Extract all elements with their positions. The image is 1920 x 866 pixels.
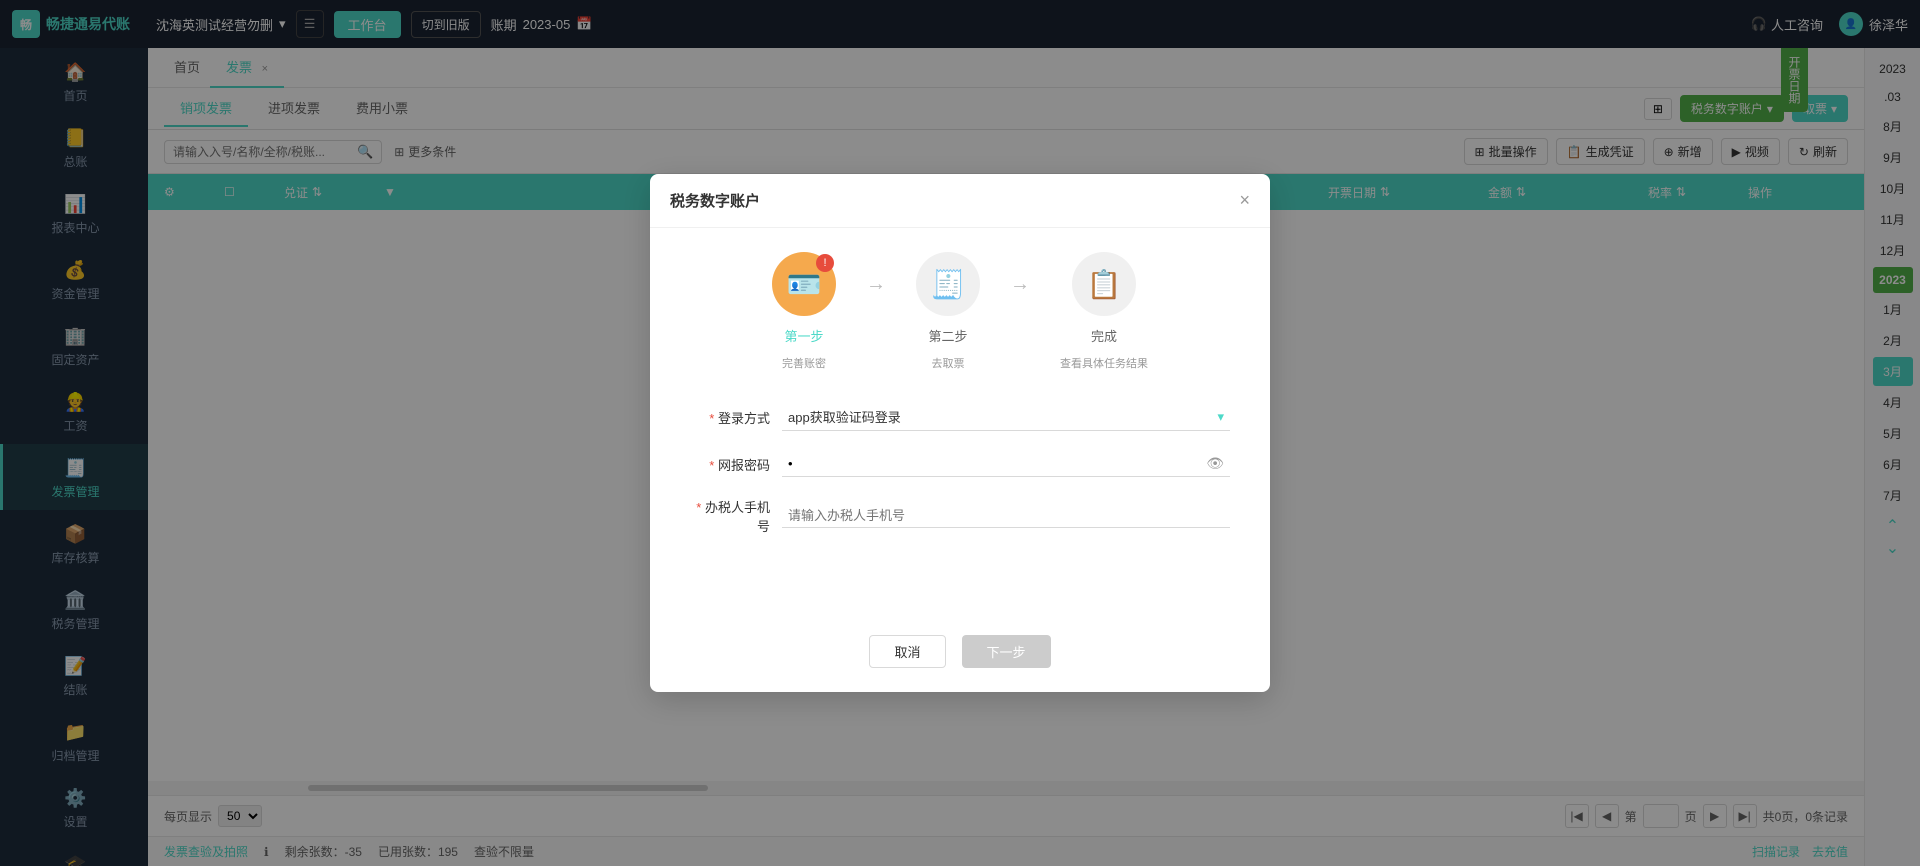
cancel-button[interactable]: 取消 — [869, 635, 945, 668]
password-toggle-icon[interactable]: 👁 — [1200, 451, 1230, 476]
dialog-footer: 取消 下一步 — [650, 619, 1270, 692]
dialog-body: 🪪 ! 第一步 完善账密 → 🧾 第二步 去取票 → — [650, 228, 1270, 619]
taxpayer-phone-input[interactable] — [782, 504, 1230, 528]
steps-indicator: 🪪 ! 第一步 完善账密 → 🧾 第二步 去取票 → — [690, 252, 1230, 371]
step-3: 📋 完成 查看具体任务结果 — [1060, 252, 1148, 371]
form-spacer — [690, 555, 1230, 603]
step-2: 🧾 第二步 去取票 — [916, 252, 980, 371]
step-1-icon: 🪪 ! — [772, 252, 836, 316]
step-3-icon: 📋 — [1072, 252, 1136, 316]
step-2-label: 第二步 — [928, 326, 967, 345]
taxpayer-phone-label: * 办税人手机号 — [690, 497, 770, 535]
password-field-container: 👁 — [782, 451, 1230, 477]
document-icon: 🧾 — [931, 268, 966, 301]
required-star: * — [709, 458, 714, 473]
step-1-desc: 完善账密 — [782, 355, 826, 371]
net-password-input[interactable] — [782, 452, 1200, 475]
step-1-badge: ! — [816, 254, 834, 272]
step-1: 🪪 ! 第一步 完善账密 — [772, 252, 836, 371]
login-method-row: * 登录方式 app获取验证码登录 ▾ — [690, 403, 1230, 431]
dialog-close-button[interactable]: × — [1239, 190, 1250, 211]
modal-overlay: 税务数字账户 × 🪪 ! 第一步 完善账密 → — [0, 0, 1920, 866]
clipboard-icon: 📋 — [1087, 268, 1122, 301]
required-star: * — [696, 500, 701, 515]
step-3-desc: 查看具体任务结果 — [1060, 355, 1148, 371]
taxpayer-phone-row: * 办税人手机号 — [690, 497, 1230, 535]
step-3-label: 完成 — [1091, 326, 1117, 345]
dialog-title: 税务数字账户 — [670, 190, 760, 211]
login-method-value: app获取验证码登录 — [788, 407, 901, 426]
net-password-row: * 网报密码 👁 — [690, 451, 1230, 477]
id-card-icon: 🪪 — [787, 268, 822, 301]
step-1-label: 第一步 — [784, 326, 823, 345]
login-method-select[interactable]: app获取验证码登录 ▾ — [782, 403, 1230, 431]
step-arrow-1: → — [836, 252, 916, 316]
next-button[interactable]: 下一步 — [962, 635, 1051, 668]
required-star: * — [709, 411, 714, 426]
step-2-icon: 🧾 — [916, 252, 980, 316]
step-arrow-2: → — [980, 252, 1060, 316]
step-2-desc: 去取票 — [932, 355, 965, 371]
net-password-label: * 网报密码 — [690, 455, 770, 474]
tax-digital-dialog: 税务数字账户 × 🪪 ! 第一步 完善账密 → — [650, 174, 1270, 692]
chevron-down-icon: ▾ — [1217, 409, 1224, 425]
dialog-header: 税务数字账户 × — [650, 174, 1270, 228]
login-method-label: * 登录方式 — [690, 408, 770, 427]
